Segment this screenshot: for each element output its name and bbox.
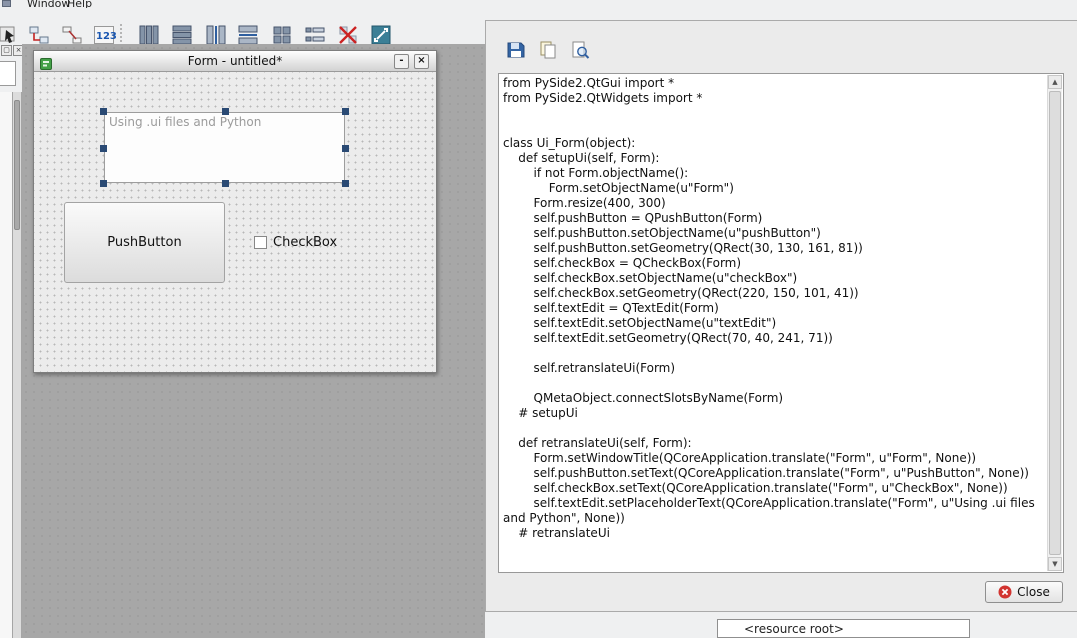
close-dialog-label: Close (1017, 585, 1050, 599)
close-button[interactable]: × (414, 54, 429, 69)
resize-handle-top-right[interactable] (342, 108, 349, 115)
resize-handle-top-middle[interactable] (222, 108, 229, 115)
resize-handle-middle-left[interactable] (100, 145, 107, 152)
toolbar-separator (120, 24, 122, 46)
form-window-titlebar[interactable]: Form - untitled* - × (34, 51, 436, 72)
textedit-widget-selected[interactable]: Using .ui files and Python (104, 112, 345, 183)
dock-float-icon[interactable]: ▢ (1, 45, 12, 56)
app-menu-icon[interactable] (2, 0, 11, 7)
checkbox-widget[interactable]: CheckBox (254, 222, 355, 263)
close-dialog-button[interactable]: Close (985, 581, 1063, 603)
pushbutton-widget[interactable]: PushButton (64, 202, 225, 283)
copy-icon[interactable] (534, 36, 561, 63)
mdi-area: Form - untitled* - × Using .ui files and… (22, 44, 485, 638)
textedit-placeholder: Using .ui files and Python (109, 115, 261, 129)
python-code-dialog: from PySide2.QtGui import * from PySide2… (485, 20, 1077, 612)
widgetbox-scrollbar[interactable] (13, 92, 22, 638)
code-text[interactable]: from PySide2.QtGui import * from PySide2… (503, 76, 1044, 570)
save-icon[interactable] (502, 36, 529, 63)
resize-handle-top-left[interactable] (100, 108, 107, 115)
resource-root-item[interactable]: <resource root> (718, 620, 969, 636)
menu-window[interactable]: Window (27, 0, 70, 8)
code-scrollbar-thumb[interactable] (1049, 91, 1061, 555)
resize-handle-bottom-right[interactable] (342, 180, 349, 187)
main-toolbar: 123 (0, 8, 485, 44)
widgetbox-scrollbar-thumb[interactable] (14, 100, 20, 230)
widgetbox-list[interactable] (0, 92, 13, 638)
menu-help[interactable]: Help (67, 0, 92, 8)
widgetbox-filter-input[interactable] (0, 61, 16, 86)
resource-browser: <resource root> (717, 619, 970, 638)
checkbox-label: CheckBox (273, 235, 337, 250)
scroll-up-icon[interactable]: ▲ (1048, 75, 1062, 89)
scroll-down-icon[interactable]: ▼ (1048, 557, 1062, 571)
edit-widgets-icon[interactable] (0, 21, 21, 48)
form-window-title: Form - untitled* (34, 54, 436, 68)
menubar: Window Help (0, 0, 1077, 8)
resize-handle-middle-right[interactable] (342, 145, 349, 152)
find-icon[interactable] (566, 36, 593, 63)
code-scrollbar[interactable]: ▲ ▼ (1047, 75, 1062, 571)
checkbox-indicator[interactable] (254, 236, 267, 249)
form-editor-window: Form - untitled* - × Using .ui files and… (33, 50, 437, 373)
form-canvas[interactable]: Using .ui files and Python PushButton Ch… (34, 72, 436, 372)
code-viewer[interactable]: from PySide2.QtGui import * from PySide2… (498, 73, 1064, 573)
resize-handle-bottom-left[interactable] (100, 180, 107, 187)
close-red-icon (998, 585, 1012, 599)
minimize-button[interactable]: - (394, 54, 409, 69)
resize-handle-bottom-middle[interactable] (222, 180, 229, 187)
svg-text:123: 123 (96, 31, 116, 42)
